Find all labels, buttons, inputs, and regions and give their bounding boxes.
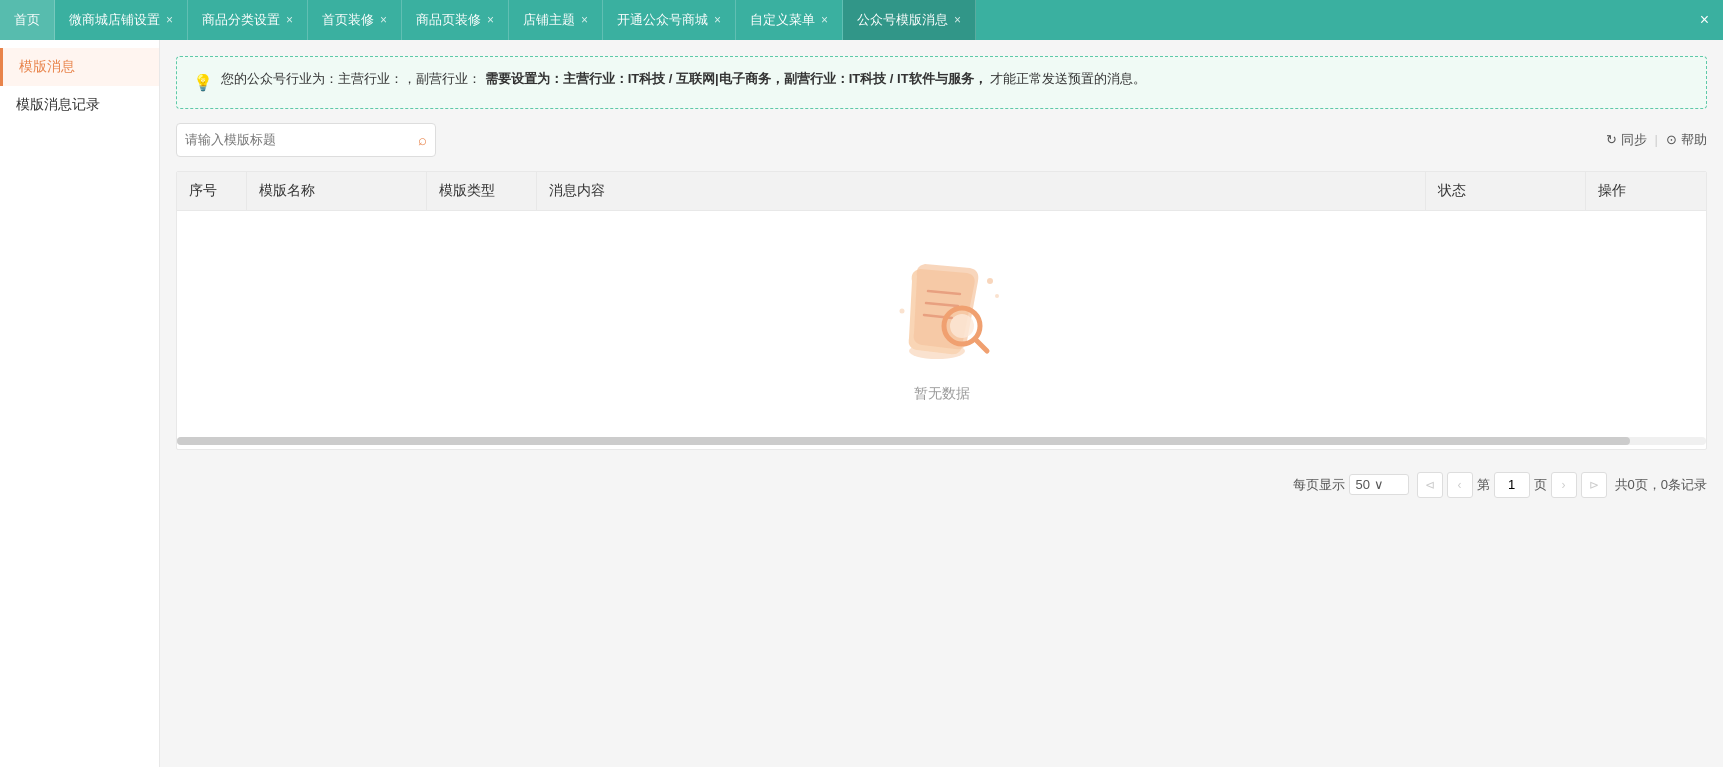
page-size-dropdown[interactable]: 50 ∨ bbox=[1349, 474, 1409, 495]
svg-point-5 bbox=[950, 314, 974, 338]
svg-point-7 bbox=[987, 278, 993, 284]
sidebar: 模版消息 模版消息记录 bbox=[0, 40, 160, 767]
tab-template-msg[interactable]: 公众号模版消息 × bbox=[843, 0, 976, 40]
tab-home[interactable]: 首页 bbox=[0, 0, 55, 40]
col-index: 序号 bbox=[177, 172, 247, 210]
svg-line-6 bbox=[975, 339, 987, 351]
tab-shop-theme-label: 店铺主题 bbox=[523, 11, 575, 29]
search-actions: ↻ 同步 | ⊙ 帮助 bbox=[1606, 131, 1707, 149]
next-page-button[interactable]: › bbox=[1551, 472, 1577, 498]
alert-box: 💡 您的公众号行业为：主营行业：，副营行业： 需要设置为：主营行业：IT科技 /… bbox=[176, 56, 1707, 109]
alert-suffix: 才能正常发送预置的消息。 bbox=[990, 71, 1146, 86]
page-prefix: 第 bbox=[1477, 476, 1490, 494]
col-name: 模版名称 bbox=[247, 172, 427, 210]
tab-wshop-label: 微商城店铺设置 bbox=[69, 11, 160, 29]
alert-highlight: 需要设置为：主营行业：IT科技 / 互联网|电子商务，副营行业：IT科技 / I… bbox=[485, 71, 987, 86]
alert-prefix: 您的公众号行业为：主营行业：，副营行业： bbox=[221, 71, 481, 86]
tab-wshop-settings[interactable]: 微商城店铺设置 × bbox=[55, 0, 188, 40]
tab-homepage-decor-label: 首页装修 bbox=[322, 11, 374, 29]
tab-product-category[interactable]: 商品分类设置 × bbox=[188, 0, 308, 40]
horizontal-scrollbar[interactable] bbox=[177, 437, 1706, 445]
page-unit: 页 bbox=[1534, 476, 1547, 494]
sidebar-item-template-message-label: 模版消息 bbox=[19, 58, 75, 74]
close-all-icon: × bbox=[1700, 11, 1709, 29]
close-shop-theme-tab[interactable]: × bbox=[581, 13, 588, 27]
col-status: 状态 bbox=[1426, 172, 1586, 210]
tab-open-wechat-shop[interactable]: 开通公众号商城 × bbox=[603, 0, 736, 40]
table-header: 序号 模版名称 模版类型 消息内容 状态 操作 bbox=[177, 172, 1706, 211]
search-bar: ⌕ ↻ 同步 | ⊙ 帮助 bbox=[176, 123, 1707, 157]
col-type: 模版类型 bbox=[427, 172, 537, 210]
help-icon: ⊙ bbox=[1666, 132, 1677, 147]
content-area: 💡 您的公众号行业为：主营行业：，副营行业： 需要设置为：主营行业：IT科技 /… bbox=[160, 40, 1723, 767]
last-page-button[interactable]: ⊳ bbox=[1581, 472, 1607, 498]
sidebar-item-template-message-log-label: 模版消息记录 bbox=[16, 96, 100, 112]
main-layout: 模版消息 模版消息记录 💡 您的公众号行业为：主营行业：，副营行业： 需要设置为… bbox=[0, 40, 1723, 767]
empty-text: 暂无数据 bbox=[914, 385, 970, 403]
search-icon[interactable]: ⌕ bbox=[418, 131, 427, 148]
sidebar-item-template-message[interactable]: 模版消息 bbox=[0, 48, 159, 86]
tab-homepage-decor[interactable]: 首页装修 × bbox=[308, 0, 402, 40]
tab-custom-menu-label: 自定义菜单 bbox=[750, 11, 815, 29]
col-content: 消息内容 bbox=[537, 172, 1426, 210]
sync-button[interactable]: ↻ 同步 bbox=[1606, 131, 1647, 149]
scroll-thumb[interactable] bbox=[177, 437, 1630, 445]
help-button[interactable]: ⊙ 帮助 bbox=[1666, 131, 1707, 149]
close-product-category-tab[interactable]: × bbox=[286, 13, 293, 27]
close-template-msg-tab[interactable]: × bbox=[954, 13, 961, 27]
close-all-button[interactable]: × bbox=[1686, 0, 1723, 40]
dropdown-arrow-icon: ∨ bbox=[1374, 477, 1384, 492]
tab-custom-menu[interactable]: 自定义菜单 × bbox=[736, 0, 843, 40]
sync-label: 同步 bbox=[1621, 131, 1647, 149]
close-open-wechat-shop-tab[interactable]: × bbox=[714, 13, 721, 27]
tab-open-wechat-shop-label: 开通公众号商城 bbox=[617, 11, 708, 29]
pagination: 每页显示 50 ∨ ⊲ ‹ 第 页 › ⊳ 共0页，0条记录 bbox=[176, 464, 1707, 506]
close-wshop-tab[interactable]: × bbox=[166, 13, 173, 27]
page-size-value: 50 bbox=[1356, 477, 1370, 492]
col-action: 操作 bbox=[1586, 172, 1706, 210]
page-nav: ⊲ ‹ 第 页 › ⊳ bbox=[1417, 472, 1607, 498]
first-page-button[interactable]: ⊲ bbox=[1417, 472, 1443, 498]
tab-product-category-label: 商品分类设置 bbox=[202, 11, 280, 29]
sidebar-item-template-message-log[interactable]: 模版消息记录 bbox=[0, 86, 159, 124]
total-info: 共0页，0条记录 bbox=[1615, 476, 1707, 494]
tab-product-decor[interactable]: 商品页装修 × bbox=[402, 0, 509, 40]
empty-icon bbox=[882, 251, 1002, 371]
help-label: 帮助 bbox=[1681, 131, 1707, 149]
current-page-input[interactable] bbox=[1494, 472, 1530, 498]
search-input[interactable] bbox=[185, 132, 418, 147]
data-table: 序号 模版名称 模版类型 消息内容 状态 操作 bbox=[176, 171, 1707, 450]
empty-state: 暂无数据 bbox=[177, 211, 1706, 433]
svg-point-9 bbox=[899, 308, 904, 313]
sync-icon: ↻ bbox=[1606, 132, 1617, 147]
tab-product-decor-label: 商品页装修 bbox=[416, 11, 481, 29]
prev-page-button[interactable]: ‹ bbox=[1447, 472, 1473, 498]
search-input-wrap[interactable]: ⌕ bbox=[176, 123, 436, 157]
alert-text: 您的公众号行业为：主营行业：，副营行业： 需要设置为：主营行业：IT科技 / 互… bbox=[221, 69, 1146, 90]
alert-icon: 💡 bbox=[193, 70, 213, 96]
page-size-select: 每页显示 50 ∨ bbox=[1293, 474, 1409, 495]
tab-shop-theme[interactable]: 店铺主题 × bbox=[509, 0, 603, 40]
tab-home-label: 首页 bbox=[14, 11, 40, 29]
svg-point-8 bbox=[995, 294, 999, 298]
close-homepage-decor-tab[interactable]: × bbox=[380, 13, 387, 27]
close-product-decor-tab[interactable]: × bbox=[487, 13, 494, 27]
tab-template-msg-label: 公众号模版消息 bbox=[857, 11, 948, 29]
close-custom-menu-tab[interactable]: × bbox=[821, 13, 828, 27]
top-nav: 首页 微商城店铺设置 × 商品分类设置 × 首页装修 × 商品页装修 × 店铺主… bbox=[0, 0, 1723, 40]
page-size-label: 每页显示 bbox=[1293, 476, 1345, 494]
divider: | bbox=[1655, 132, 1658, 147]
